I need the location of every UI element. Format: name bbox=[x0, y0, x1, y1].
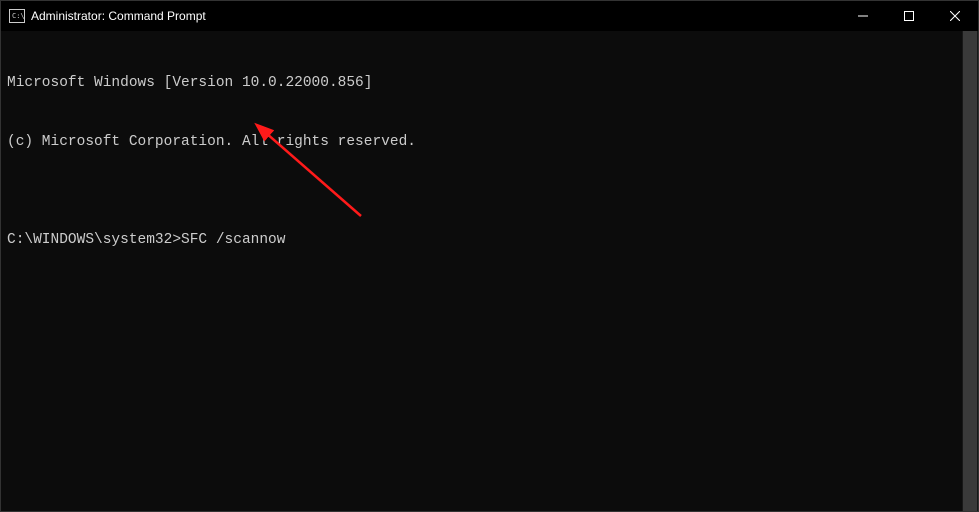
scrollbar[interactable] bbox=[962, 31, 978, 511]
minimize-icon bbox=[858, 11, 868, 21]
window-controls bbox=[840, 1, 978, 31]
cmd-icon: C:\ bbox=[9, 9, 25, 23]
window-title: Administrator: Command Prompt bbox=[31, 9, 206, 23]
titlebar-left: C:\ Administrator: Command Prompt bbox=[9, 9, 206, 23]
typed-command: SFC /scannow bbox=[181, 231, 285, 251]
copyright-line: (c) Microsoft Corporation. All rights re… bbox=[7, 133, 972, 153]
command-prompt-window: C:\ Administrator: Command Prompt bbox=[0, 0, 979, 512]
minimize-button[interactable] bbox=[840, 1, 886, 31]
version-line: Microsoft Windows [Version 10.0.22000.85… bbox=[7, 74, 972, 94]
close-icon bbox=[950, 11, 960, 21]
terminal-output[interactable]: Microsoft Windows [Version 10.0.22000.85… bbox=[1, 31, 978, 511]
scrollbar-thumb[interactable] bbox=[963, 31, 977, 511]
prompt-path: C:\WINDOWS\system32> bbox=[7, 231, 181, 251]
titlebar[interactable]: C:\ Administrator: Command Prompt bbox=[1, 1, 978, 31]
prompt-line: C:\WINDOWS\system32>SFC /scannow bbox=[7, 231, 972, 251]
maximize-button[interactable] bbox=[886, 1, 932, 31]
maximize-icon bbox=[904, 11, 914, 21]
close-button[interactable] bbox=[932, 1, 978, 31]
